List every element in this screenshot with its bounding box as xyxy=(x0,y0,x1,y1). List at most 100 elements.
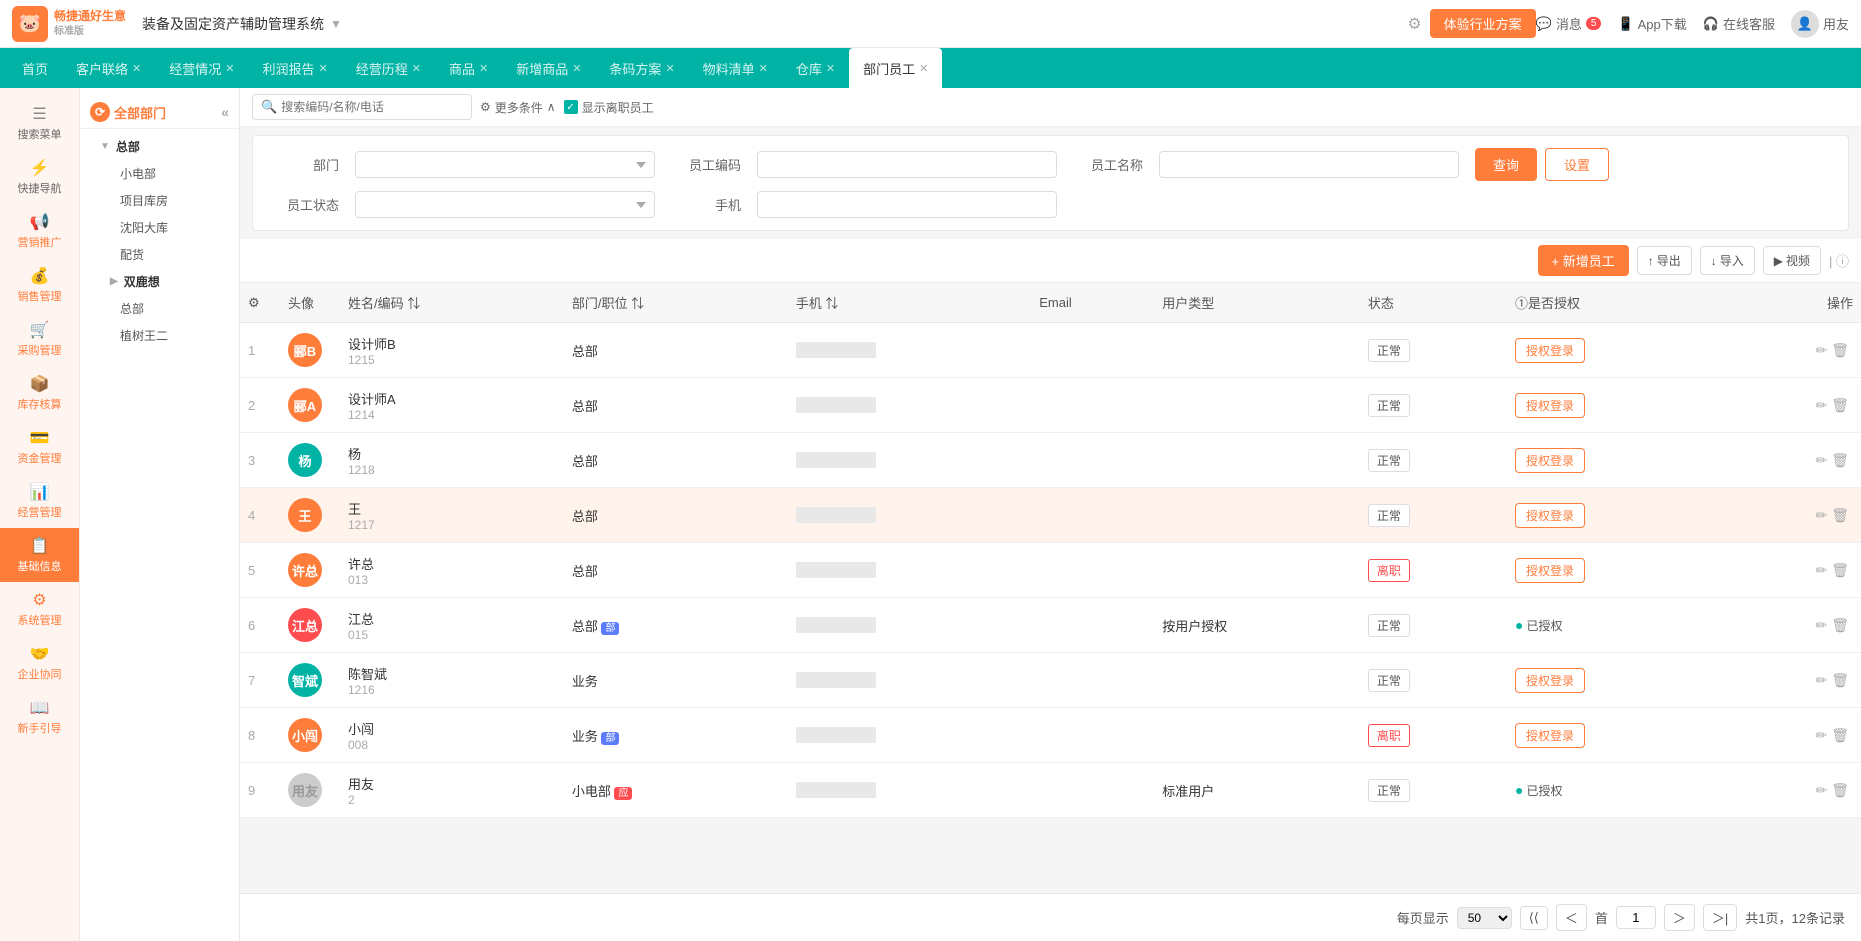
emp-status-select[interactable] xyxy=(355,191,655,218)
close-icon[interactable]: ✕ xyxy=(479,62,488,75)
sidebar-item-shortcut[interactable]: ⚡ 快捷导航 xyxy=(0,150,79,204)
dept-item-zhishu[interactable]: 植树王二 xyxy=(90,322,239,349)
sidebar-item-basic-info[interactable]: 📋 基础信息 xyxy=(0,528,79,582)
th-phone[interactable]: 手机 ⇅ xyxy=(788,283,1032,323)
user-item[interactable]: 👤 用友 xyxy=(1791,10,1849,38)
sidebar-item-system[interactable]: ⚙ 系统管理 xyxy=(0,582,79,636)
edit-icon[interactable]: ✏ xyxy=(1815,782,1827,798)
phone-input[interactable] xyxy=(757,191,1057,218)
edit-icon[interactable]: ✏ xyxy=(1815,672,1827,688)
auth-button[interactable]: 授权登录 xyxy=(1515,503,1585,528)
dept-group-head[interactable]: ▼ 总部 xyxy=(90,133,239,160)
edit-icon[interactable]: ✏ xyxy=(1815,452,1827,468)
app-download-item[interactable]: 📱 App下载 xyxy=(1617,14,1686,33)
dropdown-arrow-icon[interactable]: ▼ xyxy=(330,17,342,31)
tab-operation[interactable]: 经营情况 ✕ xyxy=(155,48,248,88)
delete-icon[interactable]: 🗑 xyxy=(1831,672,1849,688)
close-icon[interactable]: ✕ xyxy=(759,62,768,75)
delete-icon[interactable]: 🗑 xyxy=(1831,782,1849,798)
sidebar-item-marketing[interactable]: 📢 营销推广 xyxy=(0,204,79,258)
close-icon[interactable]: ✕ xyxy=(572,62,581,75)
dept-select[interactable] xyxy=(355,151,655,178)
sidebar-item-guide[interactable]: 📖 新手引导 xyxy=(0,690,79,744)
close-icon[interactable]: ✕ xyxy=(132,62,141,75)
close-icon[interactable]: ✕ xyxy=(319,62,328,75)
edit-icon[interactable]: ✏ xyxy=(1815,562,1827,578)
auth-button[interactable]: 授权登录 xyxy=(1515,558,1585,583)
delete-icon[interactable]: 🗑 xyxy=(1831,507,1849,523)
tab-history[interactable]: 经营历程 ✕ xyxy=(342,48,435,88)
th-name[interactable]: 姓名/编码 ⇅ xyxy=(340,283,564,323)
sidebar-item-collab[interactable]: 🤝 企业协同 xyxy=(0,636,79,690)
sidebar-item-sales[interactable]: 💰 销售管理 xyxy=(0,258,79,312)
auth-button[interactable]: 授权登录 xyxy=(1515,448,1585,473)
auth-button[interactable]: 授权登录 xyxy=(1515,338,1585,363)
help-icon[interactable]: | ⓘ xyxy=(1829,251,1849,270)
sidebar-item-finance[interactable]: 💳 资金管理 xyxy=(0,420,79,474)
auth-button[interactable]: 授权登录 xyxy=(1515,393,1585,418)
delete-icon[interactable]: 🗑 xyxy=(1831,342,1849,358)
edit-icon[interactable]: ✏ xyxy=(1815,617,1827,633)
search-input[interactable] xyxy=(281,100,463,114)
edit-icon[interactable]: ✏ xyxy=(1815,397,1827,413)
gear-icon[interactable]: ⚙ xyxy=(1407,14,1421,34)
edit-icon[interactable]: ✏ xyxy=(1815,727,1827,743)
collapse-btn[interactable]: « xyxy=(221,104,229,120)
edit-icon[interactable]: ✏ xyxy=(1815,507,1827,523)
last-page-btn[interactable]: ＞| xyxy=(1703,904,1737,931)
edit-icon[interactable]: ✏ xyxy=(1815,342,1827,358)
dept-item-peihuo[interactable]: 配货 xyxy=(90,241,239,268)
close-icon[interactable]: ✕ xyxy=(412,62,421,75)
close-icon[interactable]: ✕ xyxy=(919,62,928,75)
settings-icon[interactable]: ⚙ xyxy=(248,295,260,310)
tab-warehouse[interactable]: 仓库 ✕ xyxy=(782,48,849,88)
next-page-btn[interactable]: ＞ xyxy=(1664,904,1695,931)
delete-icon[interactable]: 🗑 xyxy=(1831,452,1849,468)
view-button[interactable]: ▶ 视频 xyxy=(1763,246,1821,275)
prev-page-btn[interactable]: ＜ xyxy=(1556,904,1587,931)
tab-add-goods[interactable]: 新增商品 ✕ xyxy=(502,48,595,88)
tab-dept-employee[interactable]: 部门员工 ✕ xyxy=(849,48,942,88)
emp-name-input[interactable] xyxy=(1159,151,1459,178)
online-service-item[interactable]: 🎧 在线客服 xyxy=(1703,14,1775,33)
tab-profit[interactable]: 利润报告 ✕ xyxy=(248,48,341,88)
tab-bom[interactable]: 物料清单 ✕ xyxy=(689,48,782,88)
delete-icon[interactable]: 🗑 xyxy=(1831,397,1849,413)
message-item[interactable]: 💬 消息 5 xyxy=(1536,14,1602,33)
auth-button[interactable]: 授权登录 xyxy=(1515,668,1585,693)
delete-icon[interactable]: 🗑 xyxy=(1831,562,1849,578)
show-resigned-checkbox[interactable]: ✓ 显示离职员工 xyxy=(564,99,654,116)
first-page-btn[interactable]: ⟨⟨ xyxy=(1520,906,1548,930)
dept-item-shenyang[interactable]: 沈阳大库 xyxy=(90,214,239,241)
more-filter-btn[interactable]: ⚙ 更多条件 ∧ xyxy=(480,99,556,116)
import-button[interactable]: ↓ 导入 xyxy=(1700,246,1755,275)
trial-button[interactable]: 体验行业方案 xyxy=(1430,9,1536,38)
sidebar-item-search[interactable]: ☰ 搜索菜单 xyxy=(0,96,79,150)
tab-home[interactable]: 首页 xyxy=(8,48,62,88)
delete-icon[interactable]: 🗑 xyxy=(1831,727,1849,743)
per-page-select[interactable]: 50 100 200 xyxy=(1457,907,1512,929)
close-icon[interactable]: ✕ xyxy=(225,62,234,75)
close-icon[interactable]: ✕ xyxy=(826,62,835,75)
emp-code-input[interactable] xyxy=(757,151,1057,178)
dept-item-xiaodian[interactable]: 小电部 xyxy=(90,160,239,187)
sidebar-item-manage[interactable]: 📊 经营管理 xyxy=(0,474,79,528)
sidebar-item-purchase[interactable]: 🛒 采购管理 xyxy=(0,312,79,366)
tab-goods[interactable]: 商品 ✕ xyxy=(435,48,502,88)
page-number-input[interactable] xyxy=(1616,906,1656,929)
sidebar-item-inventory[interactable]: 📦 库存核算 xyxy=(0,366,79,420)
dept-group-shuanglu[interactable]: ▶ 双鹿想 xyxy=(90,268,239,295)
add-employee-button[interactable]: + 新增员工 xyxy=(1538,245,1629,276)
refresh-icon[interactable]: ⟳ xyxy=(90,102,110,122)
dept-item-zongbu[interactable]: 总部 xyxy=(90,295,239,322)
th-dept[interactable]: 部门/职位 ⇅ xyxy=(564,283,788,323)
tab-barcode[interactable]: 条码方案 ✕ xyxy=(595,48,688,88)
auth-button[interactable]: 授权登录 xyxy=(1515,723,1585,748)
close-icon[interactable]: ✕ xyxy=(665,62,674,75)
query-button[interactable]: 查询 xyxy=(1475,148,1537,181)
tab-customer[interactable]: 客户联络 ✕ xyxy=(62,48,155,88)
dept-item-project[interactable]: 项目库房 xyxy=(90,187,239,214)
delete-icon[interactable]: 🗑 xyxy=(1831,617,1849,633)
export-button[interactable]: ↑ 导出 xyxy=(1637,246,1692,275)
set-button[interactable]: 设置 xyxy=(1545,148,1609,181)
